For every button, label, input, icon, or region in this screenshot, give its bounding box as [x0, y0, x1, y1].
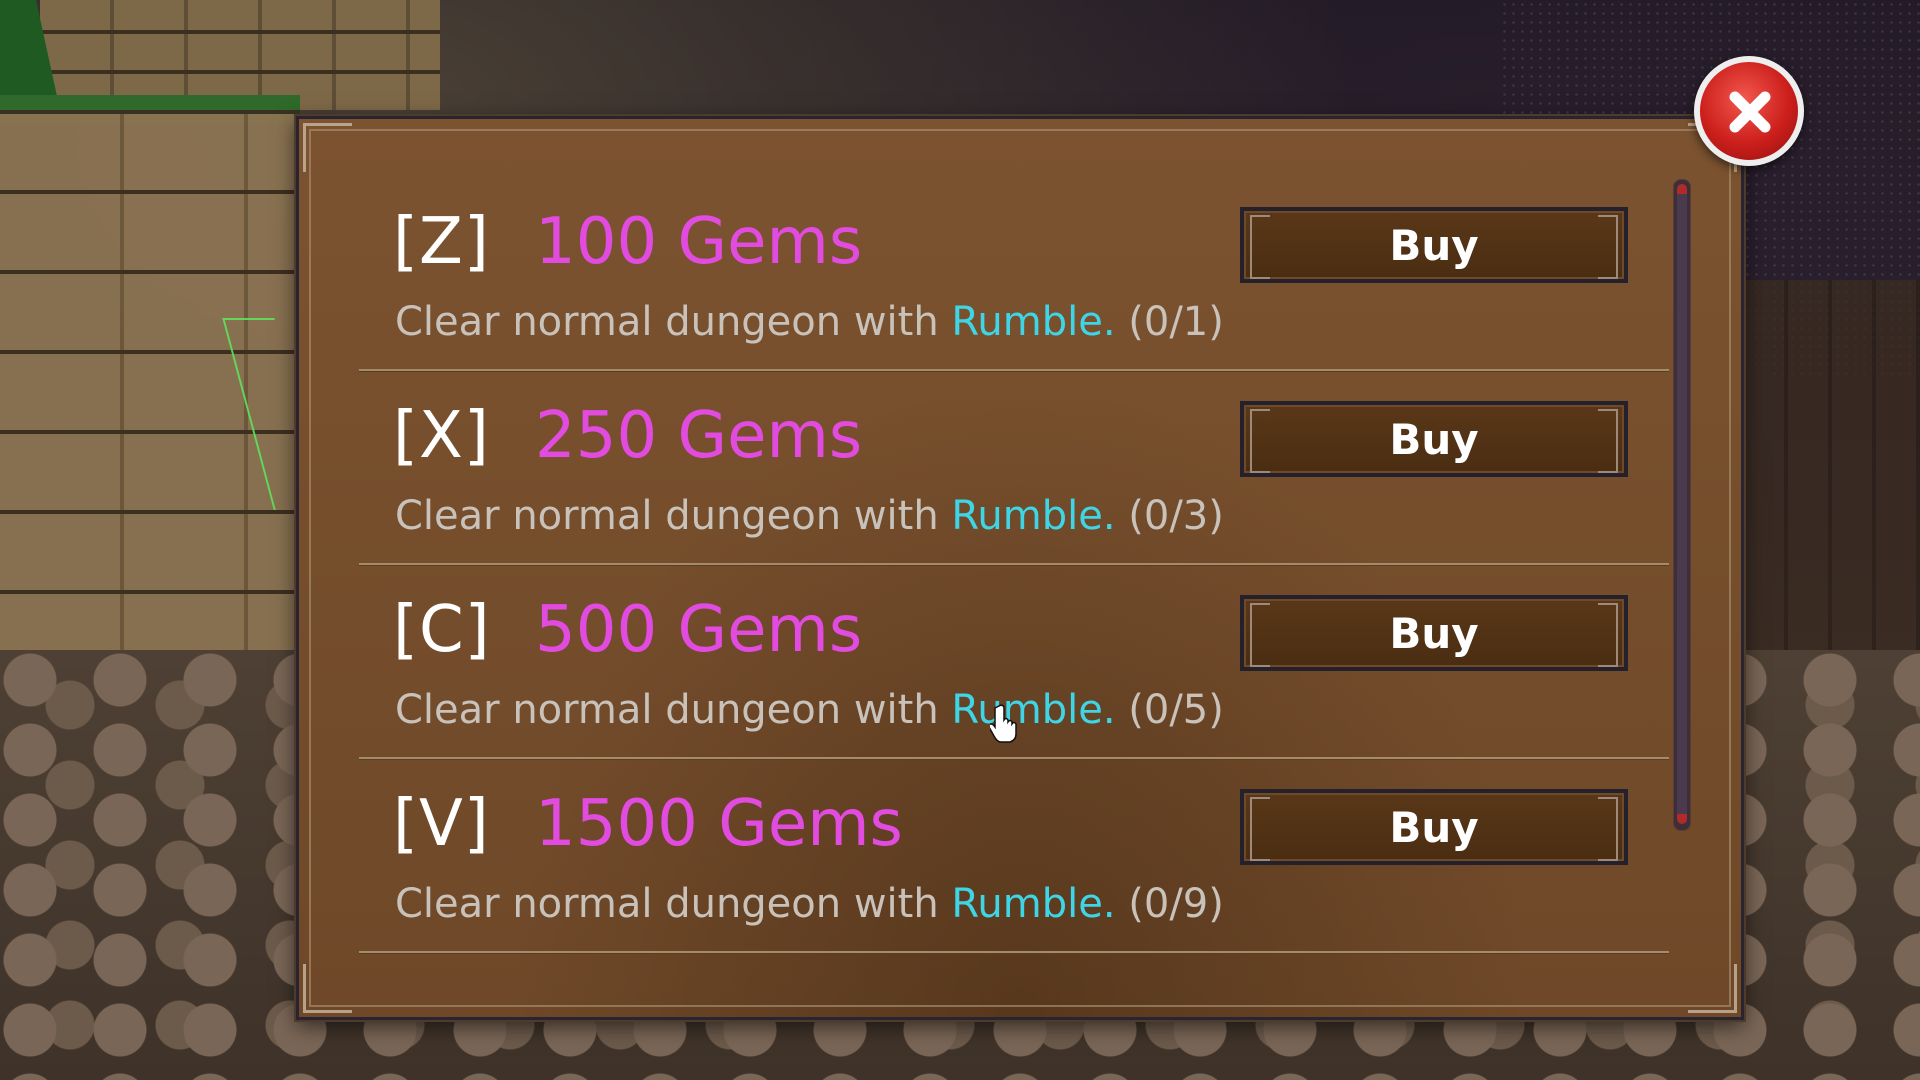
item-hotkey: [Z]: [393, 205, 490, 279]
item-progress: (0/9): [1128, 881, 1224, 927]
scrollbar[interactable]: [1673, 179, 1691, 831]
description-text: Clear normal dungeon with: [395, 299, 952, 345]
item-hotkey: [X]: [393, 399, 490, 473]
frame-corner-bottom-right: [1688, 964, 1737, 1013]
buy-button[interactable]: Buy: [1240, 207, 1628, 283]
item-progress: (0/3): [1128, 493, 1224, 539]
frame-corner-bottom-left: [303, 964, 352, 1013]
description-highlight: Rumble.: [951, 687, 1116, 733]
item-description: Clear normal dungeon with Rumble. (0/9): [395, 881, 1224, 927]
close-icon: [1729, 91, 1771, 133]
buy-button[interactable]: Buy: [1240, 789, 1628, 865]
item-reward: 100 Gems: [535, 205, 863, 279]
description-highlight: Rumble.: [951, 299, 1116, 345]
background-wall-top: [40, 0, 440, 110]
item-reward: 250 Gems: [535, 399, 863, 473]
gem-shop-panel: [Z] 100 Gems Clear normal dungeon with R…: [296, 116, 1744, 1020]
buy-button[interactable]: Buy: [1240, 401, 1628, 477]
shop-item-list: [Z] 100 Gems Clear normal dungeon with R…: [359, 179, 1669, 964]
hand-pointer-icon: [988, 704, 1020, 748]
description-text: Clear normal dungeon with: [395, 881, 952, 927]
shop-item: [Z] 100 Gems Clear normal dungeon with R…: [359, 179, 1669, 371]
scrollbar-thumb[interactable]: [1677, 184, 1687, 824]
item-progress: (0/1): [1128, 299, 1224, 345]
frame-corner-top-left: [303, 123, 352, 172]
item-hotkey: [C]: [393, 593, 491, 667]
shop-item: [X] 250 Gems Clear normal dungeon with R…: [359, 373, 1669, 565]
item-description: Clear normal dungeon with Rumble. (0/5): [395, 687, 1224, 733]
close-button[interactable]: [1694, 56, 1804, 166]
description-text: Clear normal dungeon with: [395, 493, 952, 539]
description-text: Clear normal dungeon with: [395, 687, 952, 733]
item-reward: 500 Gems: [535, 593, 863, 667]
buy-button[interactable]: Buy: [1240, 595, 1628, 671]
description-highlight: Rumble.: [951, 881, 1116, 927]
item-reward: 1500 Gems: [535, 787, 903, 861]
shop-item: [V] 1500 Gems Clear normal dungeon with …: [359, 761, 1669, 953]
description-highlight: Rumble.: [951, 493, 1116, 539]
item-hotkey: [V]: [393, 787, 490, 861]
game-scene: [Z] 100 Gems Clear normal dungeon with R…: [0, 0, 1920, 1080]
item-progress: (0/5): [1128, 687, 1224, 733]
item-description: Clear normal dungeon with Rumble. (0/3): [395, 493, 1224, 539]
item-description: Clear normal dungeon with Rumble. (0/1): [395, 299, 1224, 345]
